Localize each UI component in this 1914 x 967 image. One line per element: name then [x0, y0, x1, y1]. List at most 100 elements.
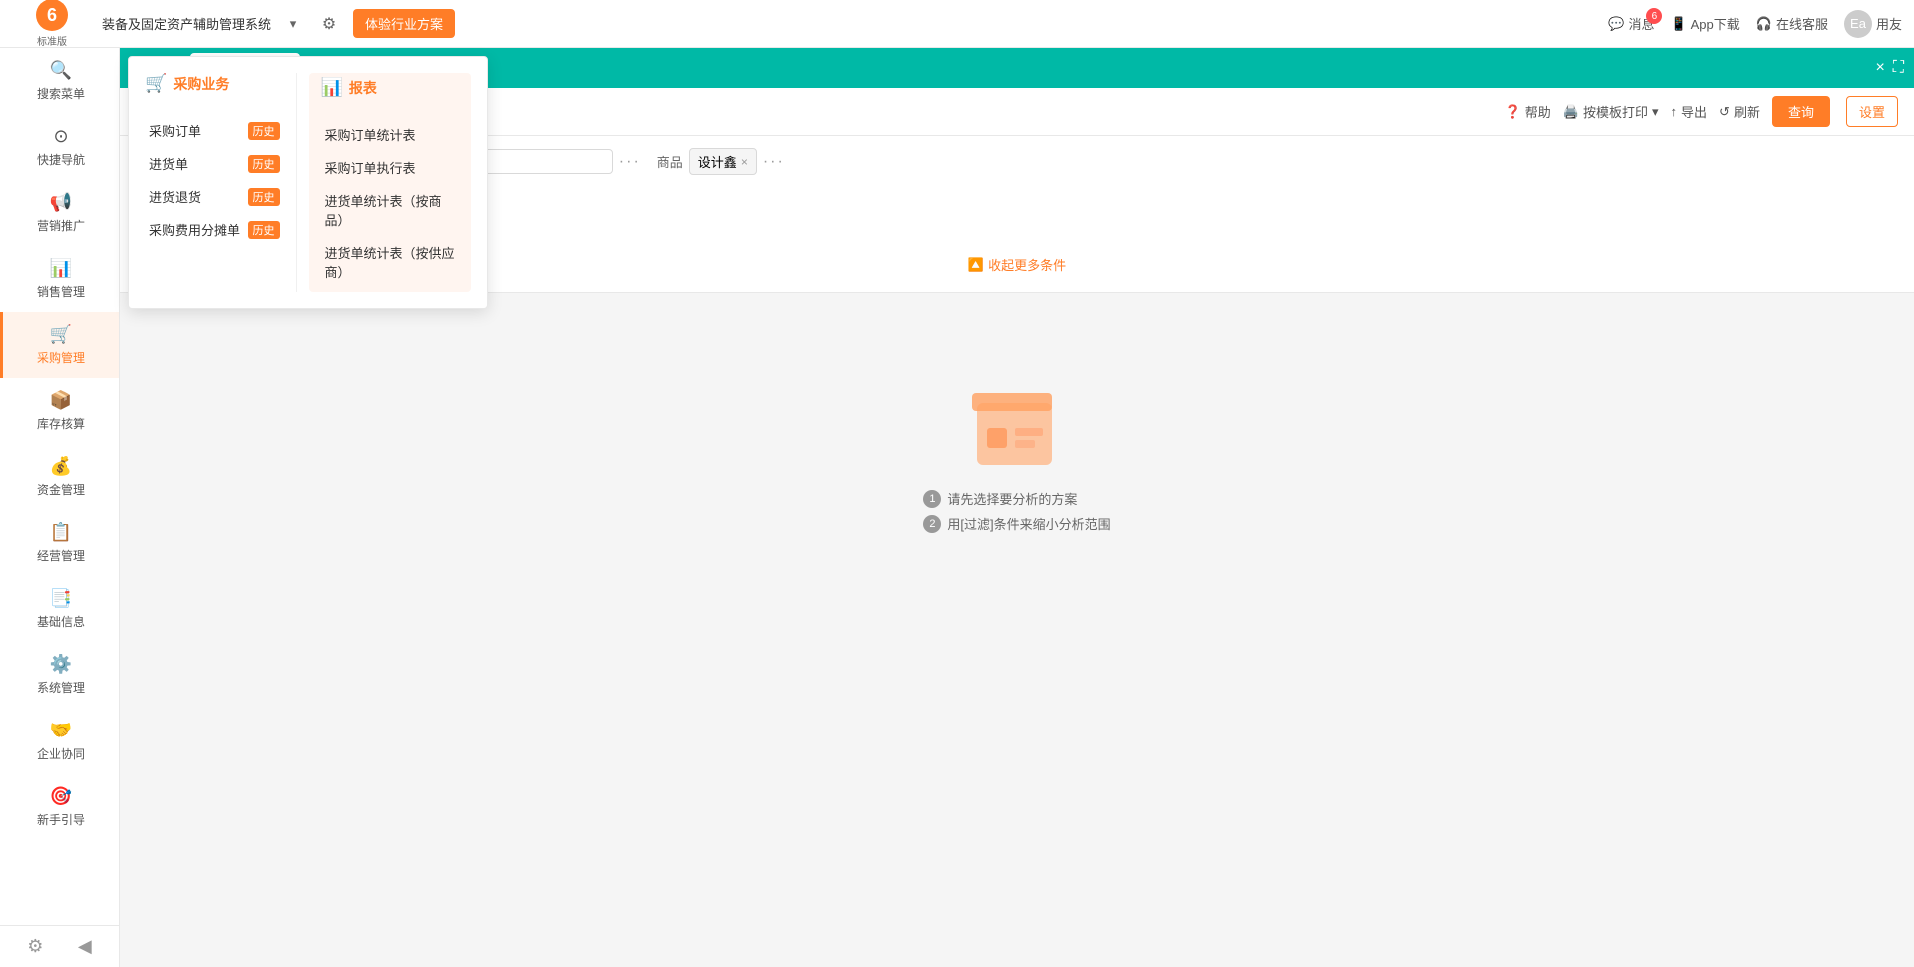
operations-icon: 📋	[50, 522, 72, 543]
purchase-return-label: 进货退货	[149, 187, 201, 206]
sidebar-label-sales: 销售管理	[37, 283, 85, 300]
print-icon: 🖨️	[1563, 104, 1579, 120]
empty-tip-1-text: 请先选择要分析的方案	[947, 489, 1077, 508]
report-3-label: 进货单统计表（按商品）	[325, 191, 456, 229]
message-item[interactable]: 💬 消息 6	[1608, 14, 1654, 33]
enterprise-icon: 🤝	[50, 720, 72, 741]
empty-state: 1 请先选择要分析的方案 2 用[过滤]条件来缩小分析范围	[120, 293, 1914, 613]
refresh-label: 刷新	[1734, 102, 1760, 121]
sidebar-item-search[interactable]: 🔍 搜索菜单	[0, 48, 119, 114]
filter-goods-label: 商品	[657, 152, 683, 171]
user-label: 用友	[1876, 14, 1902, 33]
sidebar-label-marketing: 营销推广	[37, 217, 85, 234]
filter-goods-more-icon[interactable]: ···	[763, 153, 785, 171]
online-service-item[interactable]: 🎧 在线客服	[1756, 14, 1828, 33]
settings-icon[interactable]: ⚙	[315, 10, 343, 38]
report-4-label: 进货单统计表（按供应商）	[325, 243, 456, 281]
tip-dot-2: 2	[923, 515, 941, 533]
report-2-label: 采购订单执行表	[325, 158, 416, 177]
phone-icon: 📱	[1670, 16, 1686, 32]
topbar: 6 标准版 装备及固定资产辅助管理系统 ▾ ⚙ 体验行业方案 💬 消息 6 📱 …	[0, 0, 1914, 48]
report-section: 📊 报表 采购订单统计表 采购订单执行表 进货单统计表（按商品） 进货单统计表（…	[309, 73, 472, 292]
settings-button[interactable]: 设置	[1846, 96, 1898, 127]
help-btn[interactable]: ❓ 帮助	[1505, 102, 1551, 121]
system-title: 装备及固定资产辅助管理系统	[102, 14, 271, 33]
inventory-icon: 📦	[50, 390, 72, 411]
sidebar: 🔍 搜索菜单 ⊙ 快捷导航 📢 营销推广 📊 销售管理 🛒 采购管理 📦 库存核…	[0, 48, 120, 967]
dropdown-item-purchase-expense[interactable]: 采购费用分摊单 历史	[145, 213, 284, 246]
sidebar-label-quicknav: 快捷导航	[37, 151, 85, 168]
menu-divider	[296, 73, 297, 292]
export-icon: ↑	[1671, 104, 1678, 119]
headset-icon: 🎧	[1756, 16, 1772, 32]
finance-icon: 💰	[50, 456, 72, 477]
dropdown-item-report-2[interactable]: 采购订单执行表	[321, 151, 460, 184]
avatar: Ea	[1844, 10, 1872, 38]
bottom-collapse-icon[interactable]: ◀	[78, 936, 92, 957]
sidebar-item-basic-info[interactable]: 📑 基础信息	[0, 576, 119, 642]
empty-tip-1: 1 请先选择要分析的方案	[923, 489, 1077, 508]
dropdown-item-report-4[interactable]: 进货单统计表（按供应商）	[321, 236, 460, 288]
window-close-icon[interactable]: ×	[1875, 59, 1884, 77]
purchase-expense-label: 采购费用分摊单	[149, 220, 240, 239]
filter-goods-tag-value: 设计鑫	[698, 152, 737, 171]
system-dropdown-icon[interactable]: ▾	[281, 12, 305, 36]
sidebar-item-marketing[interactable]: 📢 营销推广	[0, 180, 119, 246]
system-icon: ⚙️	[50, 654, 72, 675]
quicknav-icon: ⊙	[53, 126, 68, 147]
basic-info-icon: 📑	[50, 588, 72, 609]
bottom-settings-icon[interactable]: ⚙	[27, 936, 43, 957]
purchase-expense-history-tag: 历史	[248, 221, 280, 239]
sidebar-label-system: 系统管理	[37, 679, 85, 696]
dropdown-item-purchase-return[interactable]: 进货退货 历史	[145, 180, 284, 213]
sidebar-item-system[interactable]: ⚙️ 系统管理	[0, 642, 119, 708]
sidebar-item-sales[interactable]: 📊 销售管理	[0, 246, 119, 312]
filter-goods-tag-close[interactable]: ×	[741, 155, 748, 169]
refresh-icon: ↺	[1719, 104, 1730, 120]
avatar-initials: Ea	[1850, 16, 1866, 31]
empty-tip-2: 2 用[过滤]条件来缩小分析范围	[923, 514, 1110, 533]
empty-tip-2-text: 用[过滤]条件来缩小分析范围	[947, 514, 1110, 533]
print-label: 按模板打印	[1583, 102, 1648, 121]
industry-btn[interactable]: 体验行业方案	[353, 9, 455, 38]
search-icon: 🔍	[50, 60, 72, 81]
purchase-section-label: 采购业务	[173, 74, 229, 94]
app-download-item[interactable]: 📱 App下载	[1670, 14, 1739, 33]
sidebar-item-purchase[interactable]: 🛒 采购管理	[0, 312, 119, 378]
dropdown-item-report-1[interactable]: 采购订单统计表	[321, 118, 460, 151]
sidebar-item-guide[interactable]: 🎯 新手引导	[0, 774, 119, 840]
empty-state-image	[957, 373, 1077, 473]
window-expand-icon[interactable]: ⛶	[1893, 59, 1904, 77]
marketing-icon: 📢	[50, 192, 72, 213]
purchase-section-title: 🛒 采购业务	[145, 73, 284, 102]
message-icon: 💬	[1608, 16, 1624, 32]
print-btn[interactable]: 🖨️ 按模板打印 ▾	[1563, 102, 1659, 121]
purchase-section: 🛒 采购业务 采购订单 历史 进货单 历史 进货退货 历史 采购费用分摊单 历史	[145, 73, 284, 292]
purchase-icon: 🛒	[50, 324, 72, 345]
filter-goods: 商品 设计鑫 × ···	[657, 148, 785, 175]
guide-icon: 🎯	[50, 786, 72, 807]
user-item[interactable]: Ea 用友	[1844, 10, 1902, 38]
refresh-btn[interactable]: ↺ 刷新	[1719, 102, 1760, 121]
purchase-order-label: 采购订单	[149, 121, 201, 140]
dropdown-item-purchase-order[interactable]: 采购订单 历史	[145, 114, 284, 147]
logo-subtext: 标准版	[37, 33, 67, 48]
sidebar-item-operations[interactable]: 📋 经营管理	[0, 510, 119, 576]
dropdown-item-report-3[interactable]: 进货单统计表（按商品）	[321, 184, 460, 236]
query-button[interactable]: 查询	[1772, 96, 1830, 127]
help-label: 帮助	[1525, 102, 1551, 121]
export-btn[interactable]: ↑ 导出	[1671, 102, 1708, 121]
sidebar-item-enterprise[interactable]: 🤝 企业协同	[0, 708, 119, 774]
sidebar-item-finance[interactable]: 💰 资金管理	[0, 444, 119, 510]
dropdown-item-purchase-receive[interactable]: 进货单 历史	[145, 147, 284, 180]
filter-goods-tag: 设计鑫 ×	[689, 148, 757, 175]
report-section-title: 📊 报表	[321, 77, 460, 106]
sidebar-label-finance: 资金管理	[37, 481, 85, 498]
report-section-label: 报表	[349, 78, 377, 98]
sidebar-item-inventory[interactable]: 📦 库存核算	[0, 378, 119, 444]
sidebar-item-quicknav[interactable]: ⊙ 快捷导航	[0, 114, 119, 180]
sidebar-label-operations: 经营管理	[37, 547, 85, 564]
print-dropdown-icon: ▾	[1652, 104, 1659, 120]
dropdown-menu: 🛒 采购业务 采购订单 历史 进货单 历史 进货退货 历史 采购费用分摊单 历史…	[128, 56, 488, 309]
filter-status-more-icon[interactable]: ···	[619, 153, 641, 171]
